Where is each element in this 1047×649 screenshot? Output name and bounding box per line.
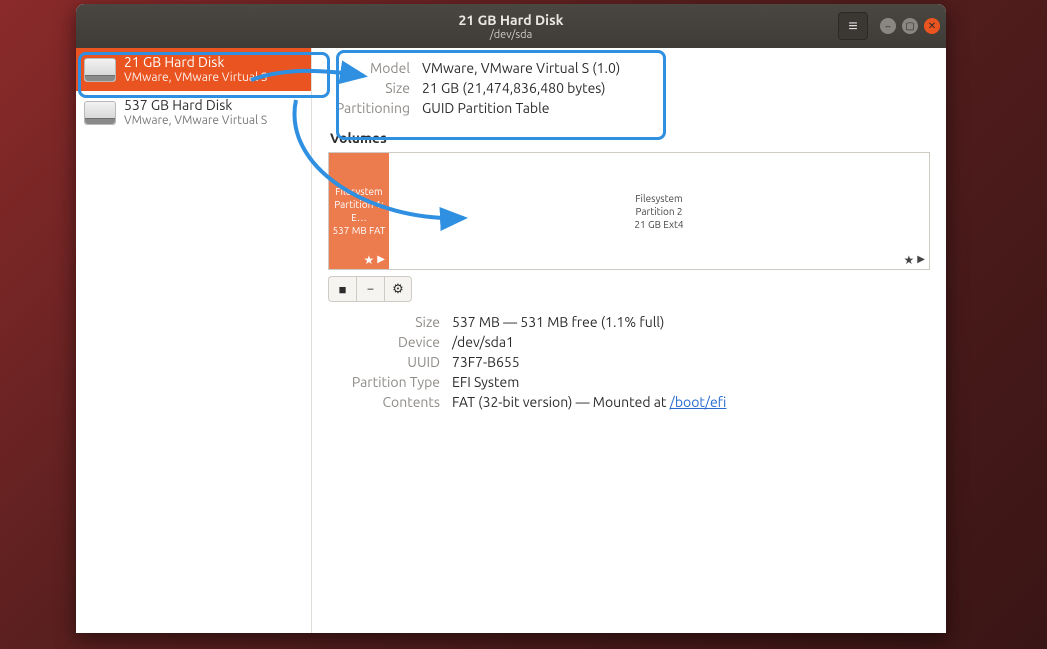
uuid-label: UUID [328, 352, 446, 372]
device-value: /dev/sda1 [446, 332, 732, 352]
uuid-value: 73F7-B655 [446, 352, 732, 372]
device-label: Device [328, 332, 446, 352]
disk-info-table: Model VMware, VMware Virtual S (1.0) Siz… [328, 58, 626, 118]
disk-item-sub: VMware, VMware Virtual S [124, 71, 267, 85]
contents-value: FAT (32-bit version) — Mounted at /boot/… [446, 392, 732, 412]
volume-segment[interactable]: Filesystem Partition 2 21 GB Ext4 ★ ▶ [389, 153, 929, 269]
window-title: 21 GB Hard Disk [76, 12, 946, 28]
star-icon: ★ [904, 253, 915, 267]
harddisk-icon [84, 58, 116, 82]
app-menu-button[interactable]: ≡ [838, 12, 868, 40]
vol-selected-indicators: ★ ▶ [364, 253, 385, 267]
vol-line1: Filesystem [335, 185, 382, 198]
psize-label: Size [328, 312, 446, 332]
vol-indicators: ★ ▶ [904, 253, 925, 267]
gear-icon: ⚙ [392, 282, 404, 297]
volume-segment[interactable]: Filesystem Partition 1: E… 537 MB FAT ★ … [329, 153, 389, 269]
contents-prefix: FAT (32-bit version) — Mounted at [452, 394, 670, 410]
main-panel: Model VMware, VMware Virtual S (1.0) Siz… [312, 48, 946, 633]
mount-point-link[interactable]: /boot/efi [670, 394, 727, 410]
star-icon: ★ [364, 253, 375, 267]
model-value: VMware, VMware Virtual S (1.0) [416, 58, 626, 78]
size-label: Size [328, 78, 416, 98]
window-subtitle: /dev/sda [76, 29, 946, 41]
sidebar-disk-item[interactable]: 21 GB Hard Disk VMware, VMware Virtual S [76, 48, 311, 91]
play-icon: ▶ [377, 253, 385, 267]
vol-line2: Partition 1: E… [329, 198, 389, 224]
volumes-heading: Volumes [330, 130, 930, 146]
unmount-button[interactable]: ■ [328, 276, 356, 302]
titlebar: 21 GB Hard Disk /dev/sda ≡ – ▢ ✕ [76, 4, 946, 48]
partition-settings-button[interactable]: ⚙ [384, 276, 412, 302]
disk-item-title: 537 GB Hard Disk [124, 97, 267, 114]
psize-value: 537 MB — 531 MB free (1.1% full) [446, 312, 732, 332]
vol-line3: 21 GB Ext4 [634, 218, 683, 231]
harddisk-icon [84, 101, 116, 125]
title-center: 21 GB Hard Disk /dev/sda [76, 12, 946, 41]
partition-details-table: Size 537 MB — 531 MB free (1.1% full) De… [328, 312, 732, 412]
ptype-label: Partition Type [328, 372, 446, 392]
vol-line1: Filesystem [635, 192, 682, 205]
stop-icon: ■ [339, 282, 347, 297]
hamburger-icon: ≡ [848, 18, 857, 34]
minimize-button[interactable]: – [880, 18, 896, 34]
maximize-button[interactable]: ▢ [902, 18, 918, 34]
sidebar-disk-item[interactable]: 537 GB Hard Disk VMware, VMware Virtual … [76, 91, 311, 134]
volumes-layout: Filesystem Partition 1: E… 537 MB FAT ★ … [328, 152, 930, 270]
model-label: Model [328, 58, 416, 78]
disks-window: 21 GB Hard Disk /dev/sda ≡ – ▢ ✕ 21 GB H… [76, 4, 946, 633]
delete-partition-button[interactable]: − [356, 276, 384, 302]
minus-icon: − [367, 282, 374, 296]
size-value: 21 GB (21,474,836,480 bytes) [416, 78, 626, 98]
play-icon: ▶ [917, 253, 925, 267]
disk-item-sub: VMware, VMware Virtual S [124, 114, 267, 128]
close-button[interactable]: ✕ [924, 18, 940, 34]
partitioning-label: Partitioning [328, 98, 416, 118]
vol-line2: Partition 2 [635, 205, 682, 218]
volume-toolbar: ■ − ⚙ [328, 276, 930, 302]
window-controls: – ▢ ✕ [880, 18, 940, 34]
ptype-value: EFI System [446, 372, 732, 392]
disk-sidebar: 21 GB Hard Disk VMware, VMware Virtual S… [76, 48, 312, 633]
disk-item-title: 21 GB Hard Disk [124, 54, 267, 71]
vol-line3: 537 MB FAT [333, 224, 386, 237]
partitioning-value: GUID Partition Table [416, 98, 626, 118]
contents-label: Contents [328, 392, 446, 412]
